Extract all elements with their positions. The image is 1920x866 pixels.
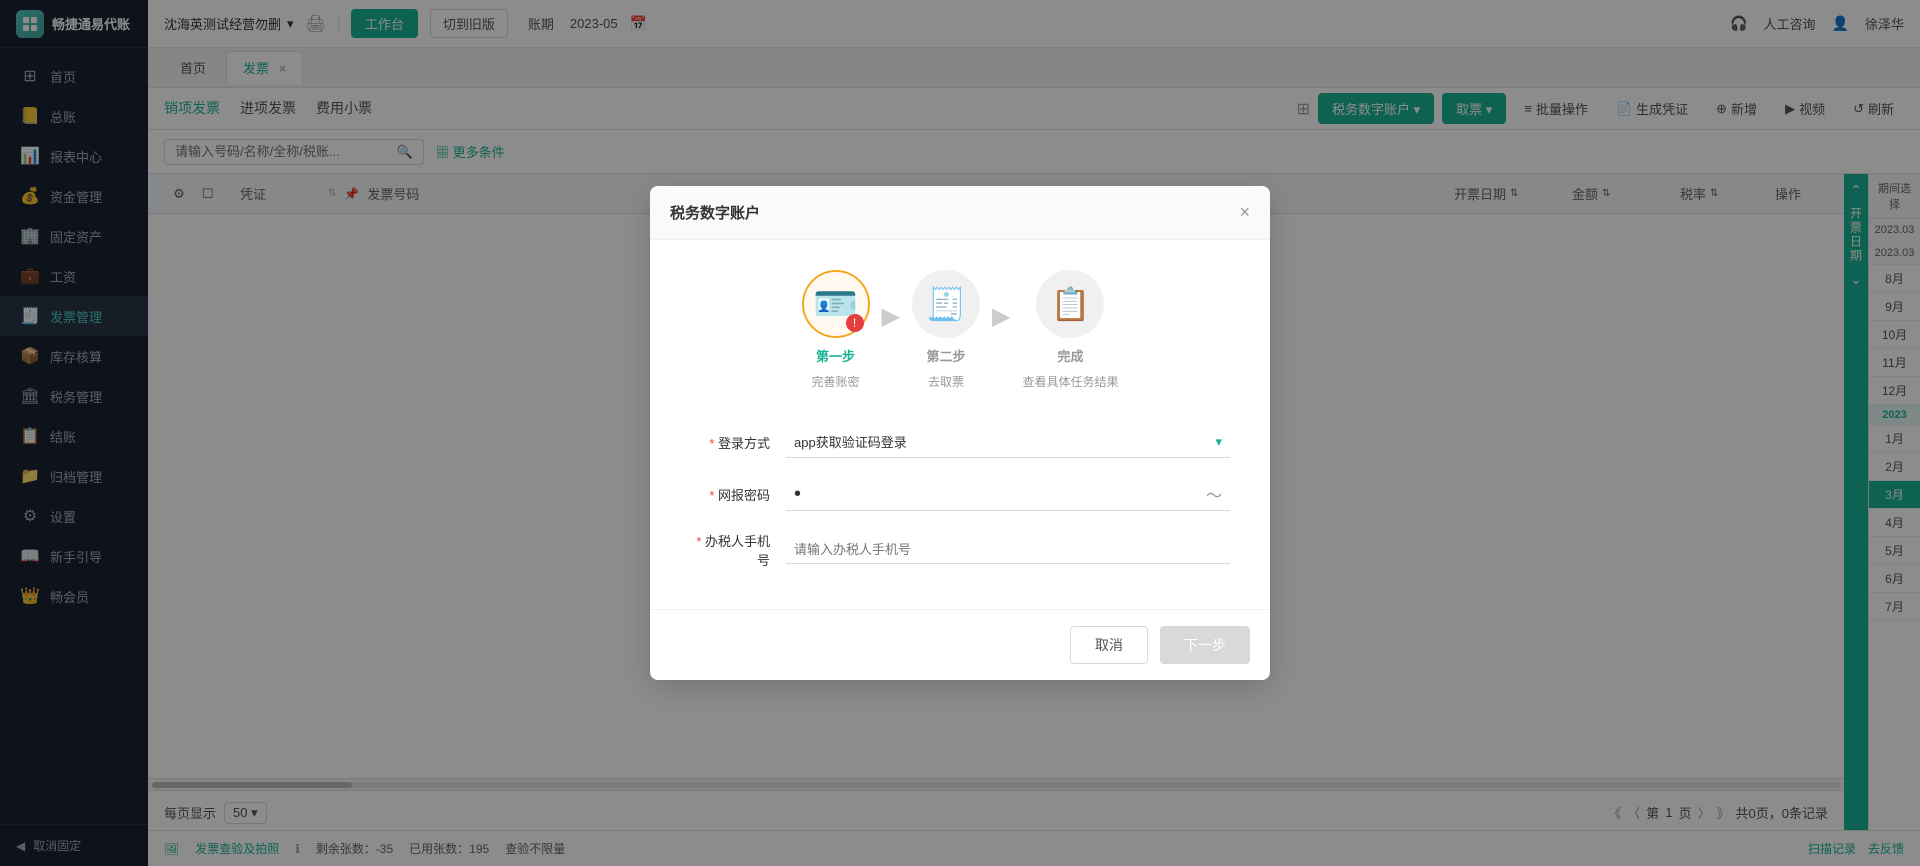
- login-method-label: 登录方式: [690, 433, 770, 452]
- modal-overlay: 税务数字账户 × 🪪 ! 第一步 完善账密 ▶: [0, 0, 1920, 866]
- step-1: 🪪 ! 第一步 完善账密: [802, 270, 870, 390]
- step-1-desc: 完善账密: [812, 373, 860, 390]
- steps-indicator: 🪪 ! 第一步 完善账密 ▶ 🧾 第二步 去取票 ▶: [690, 270, 1230, 390]
- next-button[interactable]: 下一步: [1160, 626, 1250, 664]
- form-field-login-method: 登录方式 app获取验证码登录 ▾: [690, 426, 1230, 458]
- password-label: 网报密码: [690, 485, 770, 504]
- step-2-icon: 🧾: [926, 285, 966, 323]
- step-2-label: 第二步: [926, 346, 965, 365]
- step-3: 📋 完成 查看具体任务结果: [1022, 270, 1118, 390]
- step-3-label: 完成: [1057, 346, 1083, 365]
- modal-close-button[interactable]: ×: [1239, 202, 1250, 223]
- modal-footer: 取消 下一步: [650, 609, 1270, 680]
- form-field-phone: 办税人手机号: [690, 531, 1230, 569]
- modal-title: 税务数字账户: [670, 202, 760, 223]
- modal-tax-digital: 税务数字账户 × 🪪 ! 第一步 完善账密 ▶: [650, 186, 1270, 680]
- step-2-desc: 去取票: [928, 373, 964, 390]
- step-3-icon-wrap: 📋: [1036, 270, 1104, 338]
- phone-input[interactable]: [786, 536, 1230, 564]
- step-arrow-2: ▶: [992, 302, 1010, 331]
- password-toggle-eye[interactable]: 〜: [1206, 482, 1222, 506]
- password-input-wrap: • 〜: [786, 478, 1230, 511]
- step-1-badge: !: [846, 314, 864, 332]
- step-2-icon-wrap: 🧾: [912, 270, 980, 338]
- step-arrow-1: ▶: [882, 302, 900, 331]
- step-1-icon-wrap: 🪪 !: [802, 270, 870, 338]
- form-field-password: 网报密码 • 〜: [690, 478, 1230, 511]
- phone-label: 办税人手机号: [690, 531, 770, 569]
- modal-body: 🪪 ! 第一步 完善账密 ▶ 🧾 第二步 去取票 ▶: [650, 240, 1270, 609]
- password-dot: •: [794, 483, 801, 506]
- step-1-label: 第一步: [816, 346, 855, 365]
- login-method-arrow: ▾: [1215, 434, 1222, 450]
- login-method-select[interactable]: app获取验证码登录 ▾: [786, 426, 1230, 458]
- cancel-button[interactable]: 取消: [1070, 626, 1148, 664]
- step-2: 🧾 第二步 去取票: [912, 270, 980, 390]
- login-method-value: app获取验证码登录: [794, 432, 907, 451]
- step-3-icon: 📋: [1051, 285, 1091, 323]
- modal-header: 税务数字账户 ×: [650, 186, 1270, 240]
- step-3-desc: 查看具体任务结果: [1022, 373, 1118, 390]
